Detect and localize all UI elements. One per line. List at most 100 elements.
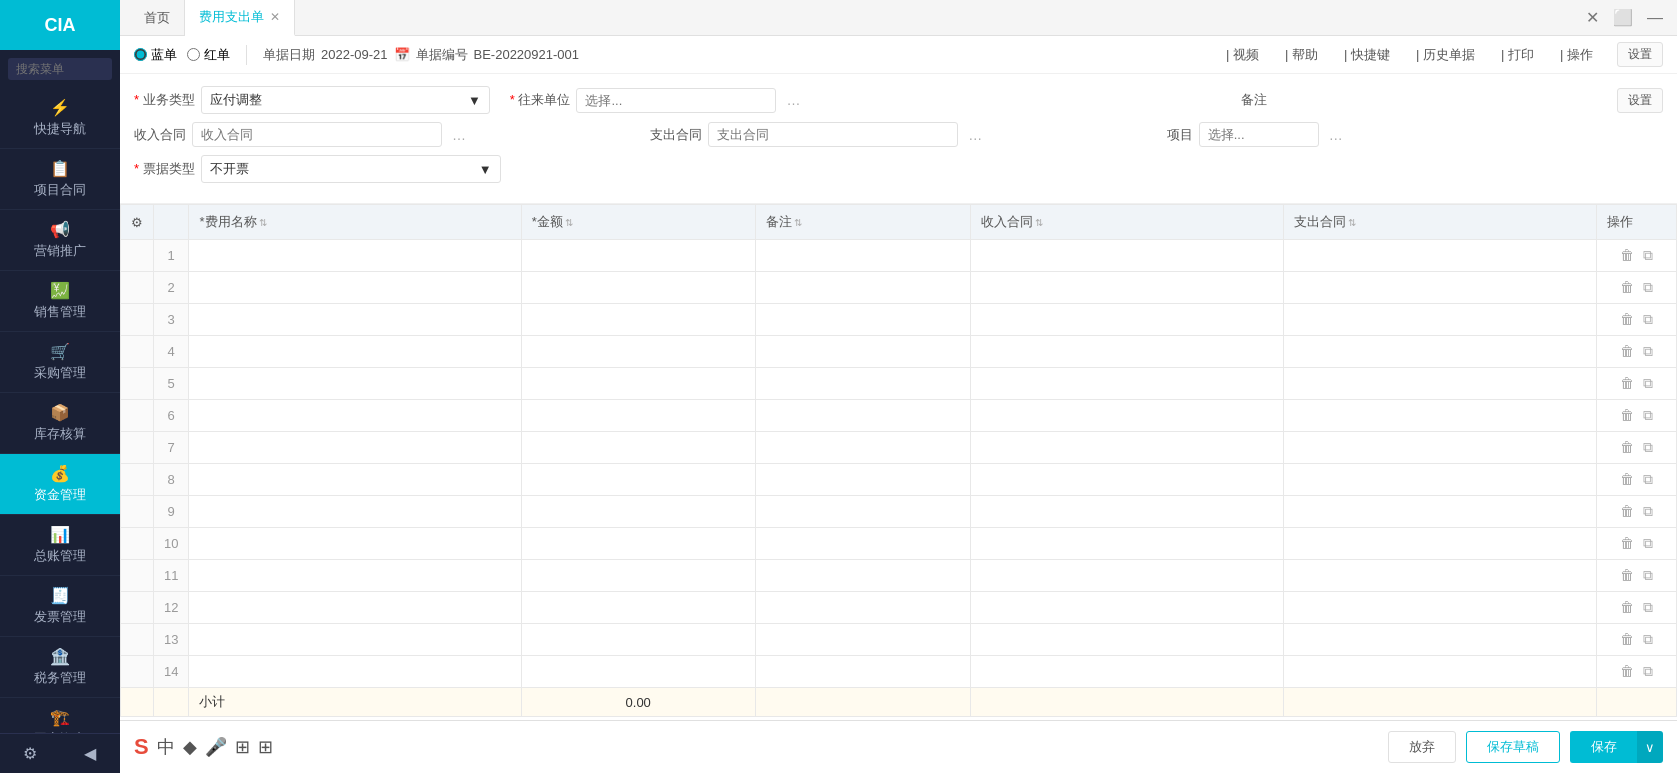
sidebar-item-tax[interactable]: 🏦税务管理 bbox=[0, 637, 120, 698]
delete-btn-9[interactable]: 🗑 bbox=[1617, 501, 1637, 521]
amount-cell-9[interactable] bbox=[521, 496, 755, 528]
remark-cell-12[interactable] bbox=[755, 592, 970, 624]
expense-name-cell-9[interactable] bbox=[189, 496, 521, 528]
footer-mic-icon[interactable]: 🎤 bbox=[205, 736, 227, 758]
sidebar-item-marketing[interactable]: 📢营销推广 bbox=[0, 210, 120, 271]
delete-btn-13[interactable]: 🗑 bbox=[1617, 629, 1637, 649]
project-more-btn[interactable]: … bbox=[1325, 125, 1347, 145]
toolbar-btn-help[interactable]: | 帮助 bbox=[1277, 44, 1326, 66]
remark-cell-4[interactable] bbox=[755, 336, 970, 368]
copy-btn-14[interactable]: ⧉ bbox=[1640, 661, 1656, 682]
radio-input-blue[interactable] bbox=[134, 48, 147, 61]
remark-cell-7[interactable] bbox=[755, 432, 970, 464]
copy-btn-6[interactable]: ⧉ bbox=[1640, 405, 1656, 426]
expense-contract-cell-1[interactable] bbox=[1283, 240, 1596, 272]
remark-cell-1[interactable] bbox=[755, 240, 970, 272]
minimize-window-icon[interactable]: — bbox=[1643, 7, 1667, 29]
sidebar-audio-btn[interactable]: ◀ bbox=[60, 734, 120, 773]
income-contract-more-btn[interactable]: … bbox=[448, 125, 470, 145]
copy-btn-4[interactable]: ⧉ bbox=[1640, 341, 1656, 362]
amount-cell-7[interactable] bbox=[521, 432, 755, 464]
sidebar-settings-btn[interactable]: ⚙ bbox=[0, 734, 60, 773]
set-button[interactable]: 设置 bbox=[1617, 42, 1663, 67]
sidebar-item-purchase[interactable]: 🛒采购管理 bbox=[0, 332, 120, 393]
amount-cell-2[interactable] bbox=[521, 272, 755, 304]
footer-grid2-icon[interactable]: ⊞ bbox=[258, 736, 273, 758]
expense-name-cell-7[interactable] bbox=[189, 432, 521, 464]
copy-btn-2[interactable]: ⧉ bbox=[1640, 277, 1656, 298]
income-contract-cell-13[interactable] bbox=[970, 624, 1283, 656]
expense-name-cell-6[interactable] bbox=[189, 400, 521, 432]
delete-btn-8[interactable]: 🗑 bbox=[1617, 469, 1637, 489]
save-button[interactable]: 保存 bbox=[1570, 731, 1637, 763]
amount-cell-12[interactable] bbox=[521, 592, 755, 624]
search-input[interactable] bbox=[8, 58, 112, 80]
remark-cell-14[interactable] bbox=[755, 656, 970, 688]
close-window-icon[interactable]: ✕ bbox=[1582, 6, 1603, 29]
calendar-icon[interactable]: 📅 bbox=[394, 47, 410, 62]
toolbar-btn-history[interactable]: | 历史单据 bbox=[1408, 44, 1483, 66]
remark-cell-11[interactable] bbox=[755, 560, 970, 592]
amount-cell-4[interactable] bbox=[521, 336, 755, 368]
radio-blue[interactable]: 蓝单 bbox=[134, 46, 177, 64]
expense-name-cell-5[interactable] bbox=[189, 368, 521, 400]
amount-cell-6[interactable] bbox=[521, 400, 755, 432]
expense-name-cell-12[interactable] bbox=[189, 592, 521, 624]
copy-btn-11[interactable]: ⧉ bbox=[1640, 565, 1656, 586]
sidebar-item-project-contract[interactable]: 📋项目合同 bbox=[0, 149, 120, 210]
amount-cell-8[interactable] bbox=[521, 464, 755, 496]
delete-btn-3[interactable]: 🗑 bbox=[1617, 309, 1637, 329]
copy-btn-5[interactable]: ⧉ bbox=[1640, 373, 1656, 394]
copy-btn-9[interactable]: ⧉ bbox=[1640, 501, 1656, 522]
sidebar-item-ledger[interactable]: 📊总账管理 bbox=[0, 515, 120, 576]
delete-btn-14[interactable]: 🗑 bbox=[1617, 661, 1637, 681]
income-contract-cell-10[interactable] bbox=[970, 528, 1283, 560]
delete-btn-5[interactable]: 🗑 bbox=[1617, 373, 1637, 393]
remark-cell-3[interactable] bbox=[755, 304, 970, 336]
toolbar-btn-video[interactable]: | 视频 bbox=[1218, 44, 1267, 66]
amount-cell-14[interactable] bbox=[521, 656, 755, 688]
footer-grid1-icon[interactable]: ⊞ bbox=[235, 736, 250, 758]
remark-cell-13[interactable] bbox=[755, 624, 970, 656]
expense-contract-cell-10[interactable] bbox=[1283, 528, 1596, 560]
th-amount[interactable]: *金额⇅ bbox=[521, 205, 755, 240]
expense-contract-cell-8[interactable] bbox=[1283, 464, 1596, 496]
th-expense-name[interactable]: *费用名称⇅ bbox=[189, 205, 521, 240]
radio-red[interactable]: 红单 bbox=[187, 46, 230, 64]
remark-cell-9[interactable] bbox=[755, 496, 970, 528]
income-contract-cell-9[interactable] bbox=[970, 496, 1283, 528]
expense-contract-cell-11[interactable] bbox=[1283, 560, 1596, 592]
income-contract-cell-3[interactable] bbox=[970, 304, 1283, 336]
expense-contract-cell-7[interactable] bbox=[1283, 432, 1596, 464]
expense-contract-more-btn[interactable]: … bbox=[964, 125, 986, 145]
expense-name-cell-8[interactable] bbox=[189, 464, 521, 496]
income-contract-cell-12[interactable] bbox=[970, 592, 1283, 624]
invoice-type-select[interactable]: 不开票 ▼ bbox=[201, 155, 501, 183]
delete-btn-1[interactable]: 🗑 bbox=[1617, 245, 1637, 265]
th-income-contract[interactable]: 收入合同⇅ bbox=[970, 205, 1283, 240]
delete-btn-6[interactable]: 🗑 bbox=[1617, 405, 1637, 425]
sidebar-item-fixed-assets[interactable]: 🏗️固定资产 bbox=[0, 698, 120, 733]
amount-cell-11[interactable] bbox=[521, 560, 755, 592]
footer-diamond-icon[interactable]: ◆ bbox=[183, 736, 197, 758]
expense-name-cell-14[interactable] bbox=[189, 656, 521, 688]
discard-button[interactable]: 放弃 bbox=[1388, 731, 1456, 763]
expense-contract-cell-3[interactable] bbox=[1283, 304, 1596, 336]
footer-zh-icon[interactable]: 中 bbox=[157, 735, 175, 759]
sidebar-item-invoice[interactable]: 🧾发票管理 bbox=[0, 576, 120, 637]
delete-btn-11[interactable]: 🗑 bbox=[1617, 565, 1637, 585]
amount-cell-10[interactable] bbox=[521, 528, 755, 560]
delete-btn-7[interactable]: 🗑 bbox=[1617, 437, 1637, 457]
tab-close-expense[interactable]: ✕ bbox=[270, 10, 280, 24]
income-contract-input[interactable] bbox=[192, 122, 442, 147]
delete-btn-12[interactable]: 🗑 bbox=[1617, 597, 1637, 617]
th-config[interactable]: ⚙ bbox=[121, 205, 154, 240]
copy-btn-13[interactable]: ⧉ bbox=[1640, 629, 1656, 650]
toolbar-btn-shortcut[interactable]: | 快捷键 bbox=[1336, 44, 1398, 66]
remark-cell-5[interactable] bbox=[755, 368, 970, 400]
expense-name-cell-13[interactable] bbox=[189, 624, 521, 656]
footer-s-icon[interactable]: S bbox=[134, 734, 149, 760]
copy-btn-3[interactable]: ⧉ bbox=[1640, 309, 1656, 330]
amount-cell-5[interactable] bbox=[521, 368, 755, 400]
expense-contract-cell-6[interactable] bbox=[1283, 400, 1596, 432]
